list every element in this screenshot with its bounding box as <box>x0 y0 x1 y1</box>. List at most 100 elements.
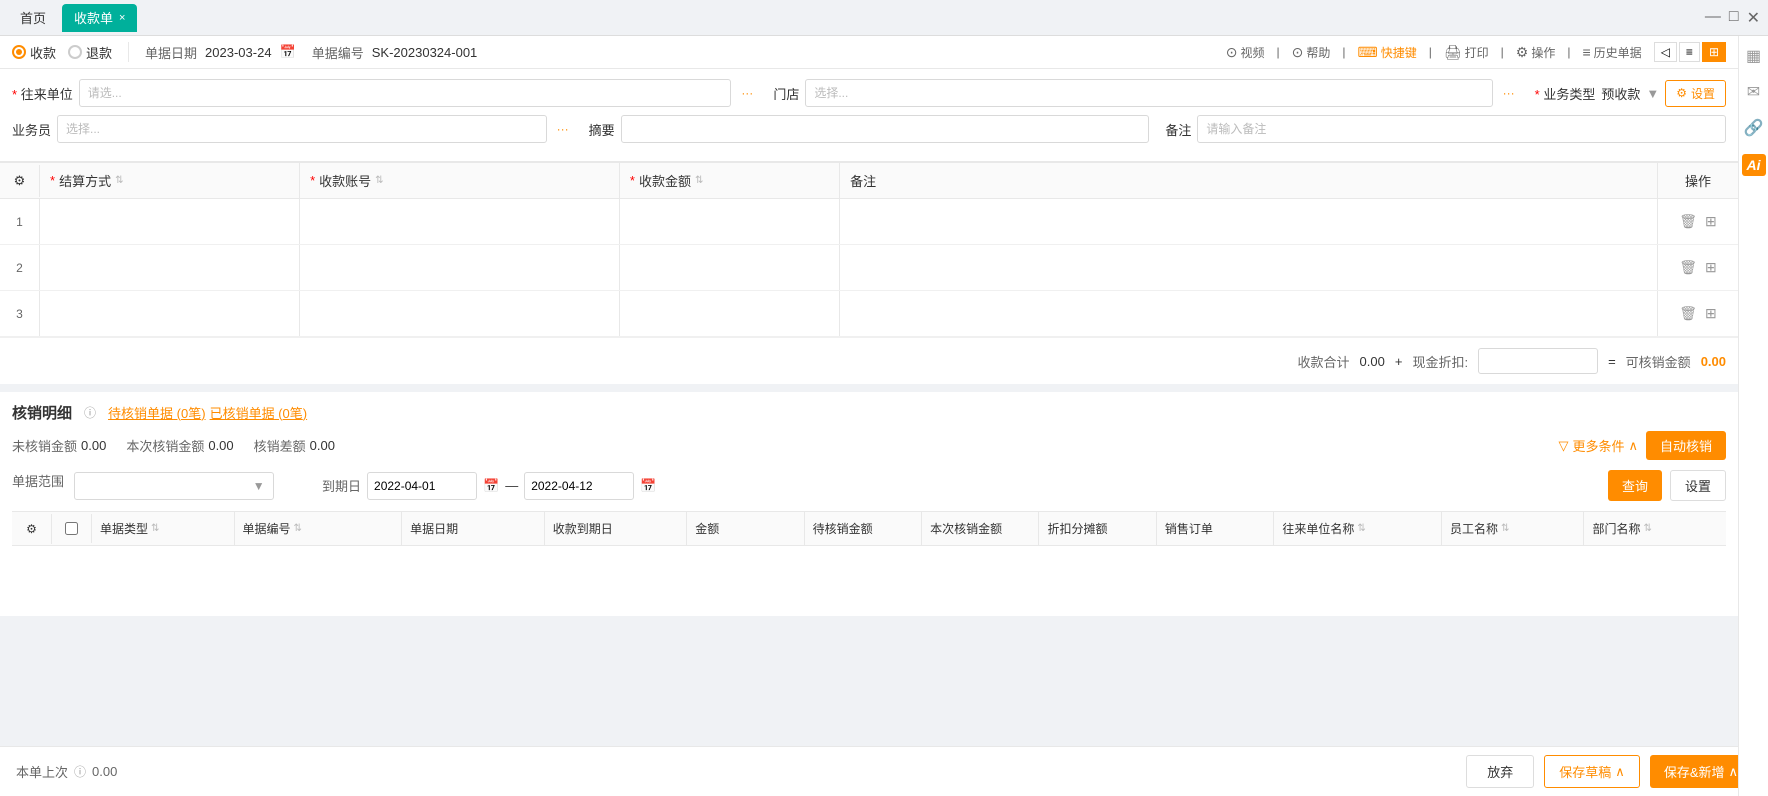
right-sidebar: ▦ ✉ 🔗 Ai <box>1738 36 1768 796</box>
discount-input[interactable] <box>1478 348 1598 374</box>
more-conditions-btn[interactable]: ▽ 更多条件 ∧ <box>1558 436 1638 455</box>
radio-refund[interactable]: 退款 <box>68 43 112 62</box>
row3-copy-icon[interactable]: ⊞ <box>1705 305 1717 322</box>
action-help[interactable]: ⊙ 帮助 <box>1292 44 1331 61</box>
date-to-calendar-icon[interactable]: 📅 <box>640 478 656 494</box>
unverified-label: 未核销金额 <box>12 436 77 455</box>
td-row2-amount[interactable] <box>620 245 840 290</box>
window-controls: — □ ✕ <box>1705 8 1760 28</box>
doc-number-value: SK-20230324-001 <box>372 45 478 60</box>
date-to-input[interactable] <box>524 472 634 500</box>
td-row1-account[interactable] <box>300 199 620 244</box>
detail-settings-button[interactable]: 设置 <box>1670 470 1726 501</box>
select-all-checkbox[interactable] <box>65 522 78 535</box>
td-row3-amount[interactable] <box>620 291 840 336</box>
radio-receive[interactable]: 收款 <box>12 43 56 62</box>
summary-input[interactable] <box>621 115 1150 143</box>
action-video[interactable]: ⊙ 视频 <box>1226 44 1265 61</box>
partner-input[interactable] <box>79 79 732 107</box>
row2-delete-icon[interactable]: 🗑 <box>1679 259 1697 276</box>
dept-sort-icon[interactable]: ⇅ <box>1644 523 1652 534</box>
th-settle: * 结算方式 ⇅ <box>40 163 300 198</box>
row1-number: 1 <box>16 215 23 229</box>
row1-delete-icon[interactable]: 🗑 <box>1679 213 1697 230</box>
action-print[interactable]: 🖨 打印 <box>1444 44 1489 61</box>
td-row3-ops: 🗑 ⊞ <box>1658 291 1738 336</box>
note-input[interactable] <box>1197 115 1726 143</box>
account-sort-icon[interactable]: ⇅ <box>375 175 383 186</box>
window-close[interactable]: ✕ <box>1747 8 1760 28</box>
tab-current[interactable]: 收款单 × <box>62 4 137 32</box>
td-row1-remark[interactable] <box>840 199 1658 244</box>
dth-discount: 折扣分摊额 <box>1039 512 1156 545</box>
td-row1-num: 1 <box>0 199 40 244</box>
current-label: 本次核销金额 <box>126 436 204 455</box>
date-from-input[interactable] <box>367 472 477 500</box>
no-sort-icon[interactable]: ⇅ <box>294 523 302 534</box>
store-more-icon[interactable]: ··· <box>1499 86 1519 100</box>
auto-verify-button[interactable]: 自动核销 <box>1646 431 1726 460</box>
store-input[interactable] <box>805 79 1492 107</box>
row3-delete-icon[interactable]: 🗑 <box>1679 305 1697 322</box>
dth-verify: 本次核销金额 <box>922 512 1039 545</box>
staff-more-icon[interactable]: ··· <box>553 122 573 136</box>
discard-button[interactable]: 放弃 <box>1466 755 1534 788</box>
row1-copy-icon[interactable]: ⊞ <box>1705 213 1717 230</box>
staff-sort-icon[interactable]: ⇅ <box>1501 523 1509 534</box>
tab-home[interactable]: 首页 <box>8 4 58 32</box>
td-row2-remark[interactable] <box>840 245 1658 290</box>
action-history-label: 历史单据 <box>1594 44 1642 61</box>
settle-sort-icon[interactable]: ⇅ <box>115 175 123 186</box>
bottom-info-icon[interactable]: ⓘ <box>74 763 86 780</box>
doc-date-value[interactable]: 2023-03-24 <box>205 45 272 60</box>
query-button[interactable]: 查询 <box>1608 470 1662 501</box>
td-row3-remark[interactable] <box>840 291 1658 336</box>
window-restore[interactable]: □ <box>1729 8 1739 28</box>
action-operation[interactable]: ⚙ 操作 <box>1516 44 1556 61</box>
view-btn-table[interactable]: ≡ <box>1679 42 1700 62</box>
sidebar-ai-icon[interactable]: Ai <box>1742 154 1766 176</box>
sidebar-table-icon[interactable]: ▦ <box>1746 46 1761 66</box>
partner-sort-icon[interactable]: ⇅ <box>1357 523 1365 534</box>
summary-label: 摘要 <box>589 120 615 139</box>
range-dropdown[interactable]: ▼ <box>74 472 274 500</box>
th-settings[interactable]: ⚙ <box>0 165 40 197</box>
sidebar-mail-icon[interactable]: ✉ <box>1747 82 1760 102</box>
td-row3-account[interactable] <box>300 291 620 336</box>
save-button[interactable]: 保存&新增 ∧ <box>1650 755 1752 788</box>
amount-sort-icon[interactable]: ⇅ <box>695 175 703 186</box>
dth-duedate: 收款到期日 <box>545 512 688 545</box>
dth-settings[interactable]: ⚙ <box>12 514 52 544</box>
history-icon: ≡ <box>1583 44 1591 60</box>
view-btn-list[interactable]: ◁ <box>1654 42 1677 62</box>
tab-done[interactable]: 已核销单据 (0笔) <box>210 403 308 422</box>
td-row2-num: 2 <box>0 245 40 290</box>
td-row2-account[interactable] <box>300 245 620 290</box>
action-shortcut[interactable]: ⌨ 快捷键 <box>1358 44 1417 61</box>
section-info-icon[interactable]: ⓘ <box>84 404 96 421</box>
view-btn-card[interactable]: ⊞ <box>1702 42 1726 62</box>
form-area: * 往来单位 ··· 门店 ··· * 业务类型 预收款 ▼ <box>0 69 1738 162</box>
business-type-label: * 业务类型 <box>1535 84 1596 103</box>
settings-button[interactable]: ⚙ 设置 <box>1665 80 1726 107</box>
td-row1-settle[interactable] <box>40 199 300 244</box>
tab-pending[interactable]: 待核销单据 (0笔) <box>108 403 206 422</box>
business-type-select[interactable]: 预收款 ▼ <box>1601 84 1659 103</box>
row2-copy-icon[interactable]: ⊞ <box>1705 259 1717 276</box>
operation-icon: ⚙ <box>1516 44 1529 61</box>
window-minimize[interactable]: — <box>1705 8 1721 28</box>
doc-date-calendar-icon[interactable]: 📅 <box>280 44 296 60</box>
partner-more-icon[interactable]: ··· <box>737 86 757 100</box>
business-type-arrow-icon[interactable]: ▼ <box>1646 86 1659 101</box>
td-row2-settle[interactable] <box>40 245 300 290</box>
action-history[interactable]: ≡ 历史单据 <box>1583 44 1642 61</box>
section-title: 核销明细 <box>12 402 72 423</box>
type-sort-icon[interactable]: ⇅ <box>151 523 159 534</box>
staff-input[interactable] <box>57 115 547 143</box>
draft-button[interactable]: 保存草稿 ∧ <box>1544 755 1640 788</box>
date-from-calendar-icon[interactable]: 📅 <box>483 478 499 494</box>
sidebar-attachment-icon[interactable]: 🔗 <box>1744 118 1764 138</box>
td-row1-amount[interactable] <box>620 199 840 244</box>
td-row3-settle[interactable] <box>40 291 300 336</box>
tab-close-icon[interactable]: × <box>119 12 125 24</box>
